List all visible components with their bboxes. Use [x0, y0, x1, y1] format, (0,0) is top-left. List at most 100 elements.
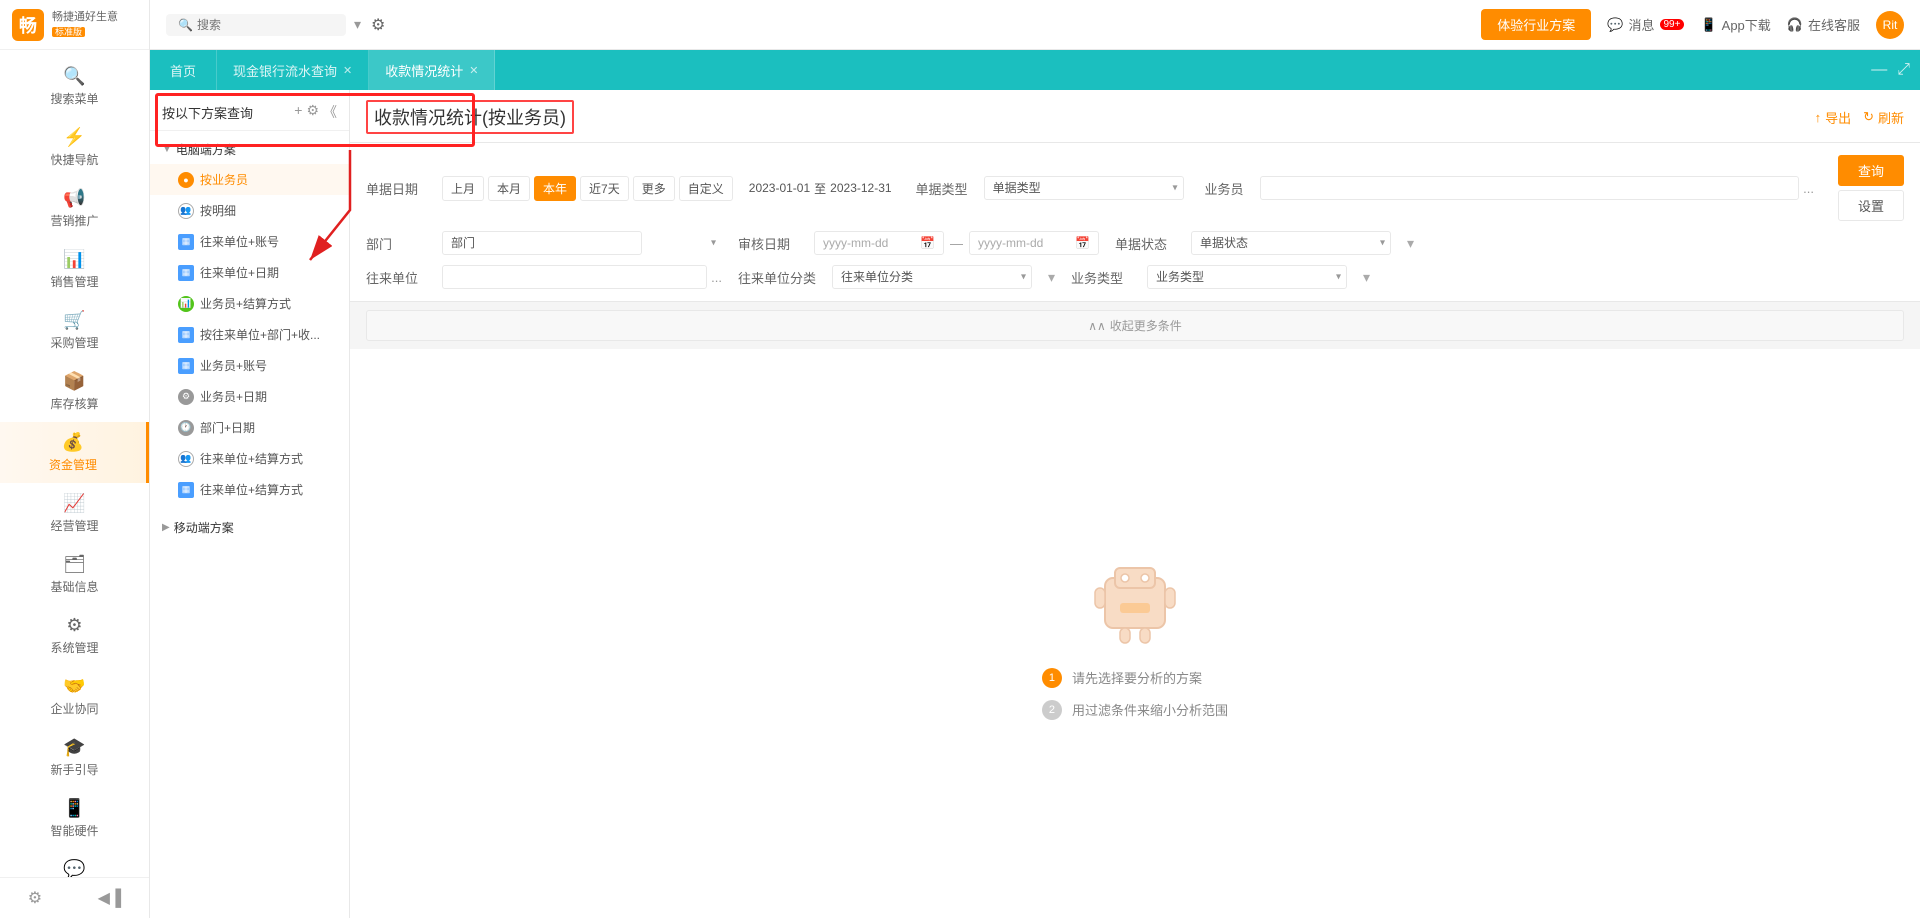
scheme-item-label: 往来单位+结算方式 — [200, 481, 303, 498]
calendar2-icon[interactable]: 📅 — [1075, 236, 1090, 250]
messages-action[interactable]: 💬 消息 99+ — [1607, 15, 1684, 34]
sidebar-item-enterprise[interactable]: 🤝 企业协同 — [0, 666, 149, 727]
scheme-item-by-detail[interactable]: 👥 按明细 — [150, 195, 349, 226]
filter-row-1: 单据日期 上月 本月 本年 近7天 更多 自定义 2023-01-01 至 — [366, 155, 1904, 221]
calendar-icon[interactable]: 📅 — [920, 236, 935, 250]
query-btn[interactable]: 查询 — [1838, 155, 1904, 186]
doc-type-select[interactable]: 单据类型 — [984, 176, 1184, 200]
sidebar-item-finance[interactable]: 💰 资金管理 — [0, 422, 149, 483]
audit-date-start-input[interactable]: yyyy-mm-dd 📅 — [814, 231, 944, 255]
receipt-stats-tab-close[interactable]: ✕ — [469, 64, 478, 77]
date-range: 2023-01-01 至 2023-12-31 — [749, 180, 892, 197]
empty-step-1: 1 请先选择要分析的方案 — [1042, 668, 1228, 688]
sidebar-item-smart-hw[interactable]: 📱 智能硬件 — [0, 788, 149, 849]
date-btn-this-year[interactable]: 本年 — [534, 176, 576, 201]
doc-status-expand-icon[interactable]: ▾ — [1407, 235, 1414, 252]
sidebar-nav: 🔍 搜索菜单 ⚡ 快捷导航 📢 营销推广 📊 销售管理 🛒 采购管理 📦 — [0, 50, 149, 877]
sidebar-item-basic-info[interactable]: 🗂 基础信息 — [0, 544, 149, 605]
settings-footer-icon[interactable]: ⚙ — [28, 888, 42, 908]
tab-receipt-stats[interactable]: 收款情况统计 ✕ — [369, 50, 495, 90]
sidebar-item-operations[interactable]: 📈 经营管理 — [0, 483, 149, 544]
operations-icon: 📈 — [63, 493, 85, 514]
online-service-action[interactable]: 🎧 在线客服 — [1787, 15, 1860, 34]
sidebar-item-wechat[interactable]: 💬 企业微信 — [0, 849, 149, 877]
partner-settlement2-icon: ▦ — [178, 482, 194, 498]
partner-category-expand[interactable]: ▾ — [1048, 269, 1055, 286]
search-input[interactable] — [197, 18, 327, 32]
partner-input[interactable] — [442, 265, 707, 289]
scheme-item-label: 往来单位+结算方式 — [200, 450, 303, 467]
audit-date-end-input[interactable]: yyyy-mm-dd 📅 — [969, 231, 1099, 255]
tab-expand-icon[interactable]: ⤢ — [1897, 61, 1910, 79]
topbar-dropdown-icon[interactable]: ▾ — [354, 16, 361, 33]
scheme-item-partner-dept[interactable]: ▦ 按往来单位+部门+收... — [150, 319, 349, 350]
bank-flow-tab-close[interactable]: ✕ — [343, 64, 352, 77]
topbar-gear-icon[interactable]: ⚙ — [371, 15, 385, 35]
scheme-item-by-salesperson[interactable]: ● 按业务员 — [150, 164, 349, 195]
sidebar-item-guide[interactable]: 🎓 新手引导 — [0, 727, 149, 788]
partner-more-icon[interactable]: ... — [711, 270, 722, 285]
date-label: 单据日期 — [366, 179, 426, 198]
scheme-settings-icon[interactable]: ⚙ — [306, 102, 319, 122]
date-btn-7days[interactable]: 近7天 — [580, 176, 629, 201]
export-label: 导出 — [1825, 108, 1851, 127]
biz-type-expand[interactable]: ▾ — [1363, 269, 1370, 286]
salesperson-more-icon[interactable]: ... — [1803, 181, 1814, 196]
date-btn-last-month[interactable]: 上月 — [442, 176, 484, 201]
date-options-group: 上月 本月 本年 近7天 更多 自定义 — [442, 176, 733, 201]
sidebar-item-sales[interactable]: 📊 销售管理 — [0, 239, 149, 300]
date-btn-this-month[interactable]: 本月 — [488, 176, 530, 201]
scheme-item-salesperson-account[interactable]: ▦ 业务员+账号 — [150, 350, 349, 381]
scheme-item-label: 业务员+日期 — [200, 388, 267, 405]
biz-type-select[interactable]: 业务类型 — [1147, 265, 1347, 289]
settings-filter-btn[interactable]: 设置 — [1838, 190, 1904, 221]
scheme-item-partner-settlement2[interactable]: ▦ 往来单位+结算方式 — [150, 474, 349, 505]
date-btn-custom[interactable]: 自定义 — [679, 176, 733, 201]
mobile-group-title[interactable]: ▶ 移动端方案 — [150, 513, 349, 542]
collapse-conditions-bar[interactable]: ∧∧ 收起更多条件 — [366, 310, 1904, 341]
dept-select[interactable]: 部门 — [442, 231, 642, 255]
sidebar-item-system[interactable]: ⚙ 系统管理 — [0, 605, 149, 666]
scheme-item-salesperson-settlement[interactable]: 📊 业务员+结算方式 — [150, 288, 349, 319]
salesperson-label: 业务员 — [1200, 179, 1244, 198]
add-scheme-icon[interactable]: + — [294, 102, 302, 122]
partner-category-select[interactable]: 往来单位分类 — [832, 265, 1032, 289]
salesperson-date-icon: ⚙ — [178, 389, 194, 405]
tab-home[interactable]: 首页 — [150, 50, 217, 90]
sidebar-item-purchase[interactable]: 🛒 采购管理 — [0, 300, 149, 361]
date-btn-more[interactable]: 更多 — [633, 176, 675, 201]
tab-bank-flow[interactable]: 现金银行流水查询 ✕ — [217, 50, 369, 90]
refresh-label: 刷新 — [1878, 108, 1904, 127]
sidebar-item-marketing[interactable]: 📢 营销推广 — [0, 178, 149, 239]
tab-minimize-icon[interactable]: — — [1871, 61, 1887, 79]
scheme-item-salesperson-date[interactable]: ⚙ 业务员+日期 — [150, 381, 349, 412]
export-btn[interactable]: ↑ 导出 — [1815, 108, 1852, 127]
scheme-item-partner-account[interactable]: ▦ 往来单位+账号 — [150, 226, 349, 257]
sidebar-item-label: 销售管理 — [50, 273, 98, 290]
doc-type-select-wrap: 单据类型 — [984, 176, 1184, 200]
doc-status-select[interactable]: 单据状态 — [1191, 231, 1391, 255]
receipt-stats-tab-label: 收款情况统计 — [385, 61, 463, 80]
collapse-sidebar-icon[interactable]: ◀▐ — [98, 888, 122, 908]
salesperson-input[interactable] — [1260, 176, 1800, 200]
app-download-action[interactable]: 📱 App下载 — [1700, 15, 1770, 34]
partner-date-icon: ▦ — [178, 265, 194, 281]
doc-status-select-wrap: 单据状态 — [1191, 231, 1391, 255]
user-avatar[interactable]: Rit — [1876, 11, 1904, 39]
refresh-btn[interactable]: ↻ 刷新 — [1863, 108, 1904, 127]
scheme-item-partner-date[interactable]: ▦ 往来单位+日期 — [150, 257, 349, 288]
partner-dept-icon: ▦ — [178, 327, 194, 343]
collapse-panel-icon[interactable]: 《 — [323, 102, 337, 122]
left-panel-title: 按以下方案查询 — [162, 103, 253, 122]
sidebar-item-inventory[interactable]: 📦 库存核算 — [0, 361, 149, 422]
partner-settlement1-icon: 👥 — [178, 451, 194, 467]
sidebar-item-search[interactable]: 🔍 搜索菜单 — [0, 56, 149, 117]
desktop-group-title[interactable]: ▼ 电脑端方案 — [150, 135, 349, 164]
scheme-item-dept-date[interactable]: 🕐 部门+日期 — [150, 412, 349, 443]
detail-scheme-icon: 👥 — [178, 203, 194, 219]
scheme-item-partner-settlement1[interactable]: 👥 往来单位+结算方式 — [150, 443, 349, 474]
trial-btn[interactable]: 体验行业方案 — [1481, 9, 1591, 40]
tabbar: 首页 现金银行流水查询 ✕ 收款情况统计 ✕ — ⤢ — [150, 50, 1920, 90]
topbar-mid: ▾ ⚙ — [354, 15, 393, 35]
sidebar-item-quick-nav[interactable]: ⚡ 快捷导航 — [0, 117, 149, 178]
